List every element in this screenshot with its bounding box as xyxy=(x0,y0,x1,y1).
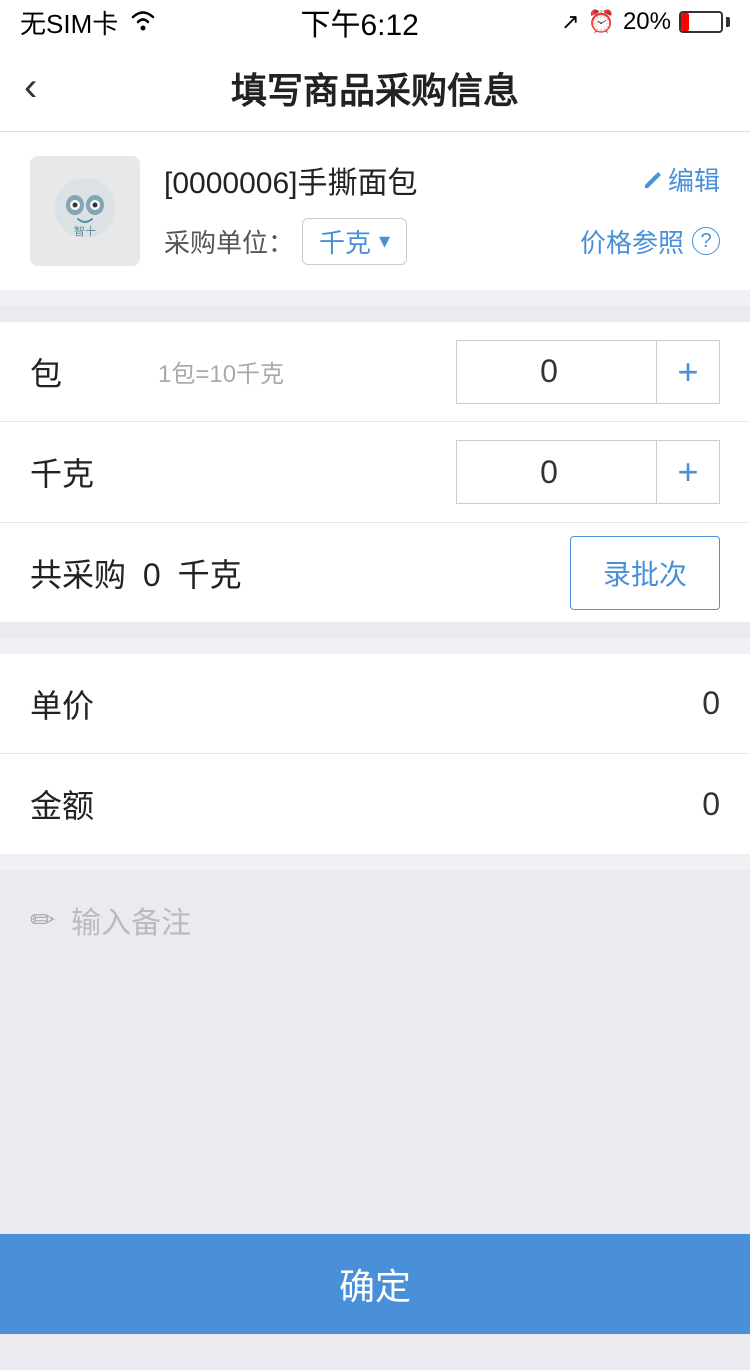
divider-2 xyxy=(0,622,750,638)
edit-button[interactable]: 编辑 xyxy=(642,161,720,198)
product-thumbnail: 智十 xyxy=(30,156,140,266)
amount-label: 金额 xyxy=(30,781,702,827)
status-time: 下午6:12 xyxy=(300,0,418,44)
battery-icon xyxy=(679,11,730,33)
alarm-icon: ⏰ xyxy=(588,9,615,35)
carrier-text: 无SIM卡 xyxy=(20,4,118,41)
unit-label: 采购单位： xyxy=(164,223,294,260)
note-placeholder: 输入备注 xyxy=(71,898,191,942)
amount-row: 金额 0 xyxy=(0,754,750,854)
confirm-button-wrapper[interactable]: 确定 xyxy=(0,1234,750,1334)
price-ref-button[interactable]: 价格参照 ? xyxy=(580,223,720,260)
input-section: 包 1包=10千克 + 千克 + xyxy=(0,322,750,522)
status-bar: 无SIM卡 下午6:12 ↗ ⏰ 20% xyxy=(0,0,750,44)
summary-value: 0 xyxy=(143,557,161,593)
unit-price-value: 0 xyxy=(702,685,720,722)
unit-price-label: 单价 xyxy=(30,681,702,727)
unit-select[interactable]: 千克 ▾ xyxy=(302,218,407,265)
product-info: [0000006]手撕面包 编辑 采购单位： 千克 ▾ 价格参照 ? xyxy=(164,158,720,265)
page-title: 填写商品采购信息 xyxy=(231,62,519,114)
svg-text:智十: 智十 xyxy=(74,224,96,238)
kilogram-input-row: 千克 + xyxy=(0,422,750,522)
status-right: ↗ ⏰ 20% xyxy=(561,8,730,36)
kilogram-input[interactable] xyxy=(456,440,656,504)
product-logo: 智十 xyxy=(50,173,120,249)
summary-row: 共采购 0 千克 录批次 xyxy=(0,522,750,622)
back-button[interactable]: ‹ xyxy=(24,65,37,110)
product-card: 智十 [0000006]手撕面包 编辑 采购单位： 千克 ▾ xyxy=(0,132,750,290)
location-icon: ↗ xyxy=(561,9,579,35)
note-section[interactable]: ✏ 输入备注 xyxy=(0,870,750,970)
help-icon: ? xyxy=(692,227,720,255)
battery-percent: 20% xyxy=(623,8,671,36)
kilogram-label: 千克 xyxy=(30,449,150,495)
nav-bar: ‹ 填写商品采购信息 xyxy=(0,44,750,132)
confirm-button-label: 确定 xyxy=(339,1258,411,1310)
divider-1 xyxy=(0,306,750,322)
price-section: 单价 0 金额 0 xyxy=(0,654,750,854)
package-plus-button[interactable]: + xyxy=(656,340,720,404)
summary-text: 共采购 0 千克 xyxy=(30,550,570,596)
product-name: [0000006]手撕面包 xyxy=(164,158,417,202)
pencil-icon: ✏ xyxy=(30,903,55,938)
kilogram-number-box: + xyxy=(456,440,720,504)
package-sub-label: 1包=10千克 xyxy=(158,354,456,389)
unit-price-row: 单价 0 xyxy=(0,654,750,754)
kilogram-plus-button[interactable]: + xyxy=(656,440,720,504)
record-batch-button[interactable]: 录批次 xyxy=(570,536,720,610)
package-input-row: 包 1包=10千克 + xyxy=(0,322,750,422)
wifi-icon xyxy=(128,7,158,38)
status-left: 无SIM卡 xyxy=(20,4,158,41)
amount-value: 0 xyxy=(702,786,720,823)
package-input[interactable] xyxy=(456,340,656,404)
package-label: 包 xyxy=(30,349,150,395)
package-number-box: + xyxy=(456,340,720,404)
dropdown-icon: ▾ xyxy=(379,228,390,254)
